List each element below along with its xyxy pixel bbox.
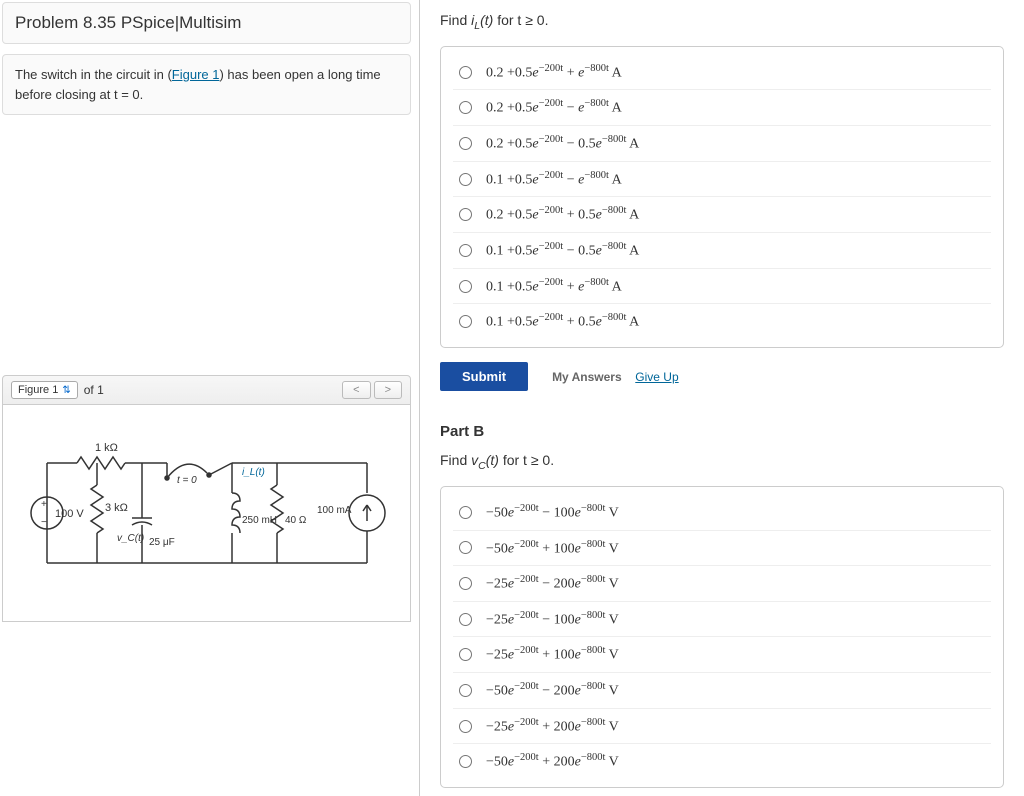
option-row[interactable]: 0.2 +0.5e−200t − e−800t A: [453, 90, 991, 126]
radio-input[interactable]: [459, 137, 472, 150]
radio-input[interactable]: [459, 720, 472, 733]
svg-text:v_C(t): v_C(t): [117, 533, 144, 544]
svg-text:1 kΩ: 1 kΩ: [95, 442, 118, 454]
svg-text:−: −: [41, 517, 47, 528]
figure-select[interactable]: Figure 1 ⇅: [11, 381, 78, 399]
problem-description: The switch in the circuit in (Figure 1) …: [2, 54, 411, 115]
radio-input[interactable]: [459, 315, 472, 328]
submit-button[interactable]: Submit: [440, 362, 528, 391]
svg-text:40 Ω: 40 Ω: [285, 515, 307, 526]
svg-text:25 μF: 25 μF: [149, 537, 175, 548]
option-expression: 0.2 +0.5e−200t + 0.5e−800t A: [486, 205, 639, 224]
my-answers-label: My Answers: [552, 370, 622, 384]
part-b-options: −50e−200t − 100e−800t V −50e−200t + 100e−…: [440, 486, 1004, 788]
figure-link[interactable]: Figure 1: [172, 67, 220, 82]
svg-text:250 mH: 250 mH: [242, 515, 277, 526]
option-row[interactable]: 0.1 +0.5e−200t − 0.5e−800t A: [453, 233, 991, 269]
svg-text:+: +: [41, 499, 47, 510]
figure-prev-button[interactable]: <: [342, 381, 370, 399]
give-up-link[interactable]: Give Up: [635, 370, 678, 384]
option-expression: 0.1 +0.5e−200t − e−800t A: [486, 170, 622, 189]
part-a-options: 0.2 +0.5e−200t + e−800t A 0.2 +0.5e−200t …: [440, 46, 1004, 348]
radio-input[interactable]: [459, 66, 472, 79]
option-row[interactable]: 0.2 +0.5e−200t − 0.5e−800t A: [453, 126, 991, 162]
radio-input[interactable]: [459, 648, 472, 661]
radio-input[interactable]: [459, 541, 472, 554]
radio-input[interactable]: [459, 577, 472, 590]
option-row[interactable]: 0.1 +0.5e−200t + e−800t A: [453, 269, 991, 305]
radio-input[interactable]: [459, 684, 472, 697]
option-row[interactable]: −25e−200t + 200e−800t V: [453, 709, 991, 745]
option-expression: 0.1 +0.5e−200t − 0.5e−800t A: [486, 241, 639, 260]
option-expression: −25e−200t + 100e−800t V: [486, 645, 619, 664]
svg-text:100 mA: 100 mA: [317, 505, 352, 516]
option-expression: −50e−200t + 200e−800t V: [486, 752, 619, 771]
option-expression: −50e−200t − 100e−800t V: [486, 503, 619, 522]
part-a-question: Find iL(t) for t ≥ 0.: [440, 8, 1004, 36]
option-expression: 0.2 +0.5e−200t − 0.5e−800t A: [486, 134, 639, 153]
circuit-diagram: + − 1 kΩ 100 V 3 kΩ v_C(t) 25 μF t = 0 i…: [17, 423, 397, 593]
option-row[interactable]: 0.1 +0.5e−200t + 0.5e−800t A: [453, 304, 991, 339]
figure-panel: + − 1 kΩ 100 V 3 kΩ v_C(t) 25 μF t = 0 i…: [2, 405, 411, 622]
radio-input[interactable]: [459, 280, 472, 293]
option-expression: −50e−200t + 100e−800t V: [486, 539, 619, 558]
option-expression: −25e−200t + 200e−800t V: [486, 717, 619, 736]
option-expression: 0.2 +0.5e−200t + e−800t A: [486, 63, 622, 82]
option-row[interactable]: −50e−200t + 200e−800t V: [453, 744, 991, 779]
option-expression: 0.1 +0.5e−200t + e−800t A: [486, 277, 622, 296]
radio-input[interactable]: [459, 506, 472, 519]
option-row[interactable]: −50e−200t + 100e−800t V: [453, 531, 991, 567]
option-row[interactable]: −25e−200t − 100e−800t V: [453, 602, 991, 638]
radio-input[interactable]: [459, 208, 472, 221]
problem-title: Problem 8.35 PSpice|Multisim: [2, 2, 411, 44]
option-row[interactable]: −25e−200t + 100e−800t V: [453, 637, 991, 673]
radio-input[interactable]: [459, 613, 472, 626]
chevron-updown-icon: ⇅: [62, 385, 70, 396]
option-expression: −25e−200t − 100e−800t V: [486, 610, 619, 629]
svg-text:3 kΩ: 3 kΩ: [105, 502, 128, 514]
figure-toolbar: Figure 1 ⇅ of 1 < >: [2, 375, 411, 405]
option-row[interactable]: 0.2 +0.5e−200t + 0.5e−800t A: [453, 197, 991, 233]
svg-text:t = 0: t = 0: [177, 475, 197, 486]
option-row[interactable]: −50e−200t − 200e−800t V: [453, 673, 991, 709]
radio-input[interactable]: [459, 173, 472, 186]
option-expression: 0.2 +0.5e−200t − e−800t A: [486, 98, 622, 117]
radio-input[interactable]: [459, 244, 472, 257]
svg-text:100 V: 100 V: [55, 508, 84, 520]
radio-input[interactable]: [459, 101, 472, 114]
option-expression: −50e−200t − 200e−800t V: [486, 681, 619, 700]
option-row[interactable]: 0.1 +0.5e−200t − e−800t A: [453, 162, 991, 198]
option-row[interactable]: 0.2 +0.5e−200t + e−800t A: [453, 55, 991, 91]
part-b-question: Find vC(t) for t ≥ 0.: [440, 448, 1004, 476]
radio-input[interactable]: [459, 755, 472, 768]
part-b-header: Part B: [440, 423, 1004, 440]
option-row[interactable]: −50e−200t − 100e−800t V: [453, 495, 991, 531]
figure-next-button[interactable]: >: [374, 381, 402, 399]
option-row[interactable]: −25e−200t − 200e−800t V: [453, 566, 991, 602]
option-expression: 0.1 +0.5e−200t + 0.5e−800t A: [486, 312, 639, 331]
svg-text:i_L(t): i_L(t): [242, 467, 265, 478]
option-expression: −25e−200t − 200e−800t V: [486, 574, 619, 593]
